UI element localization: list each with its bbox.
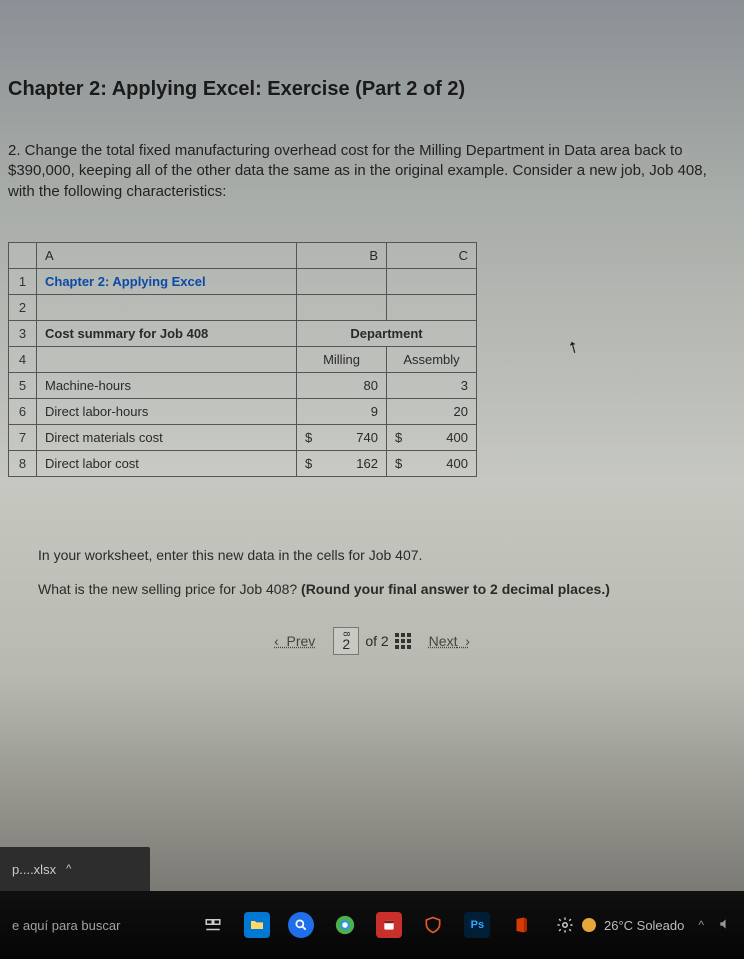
download-bar[interactable]: p....xlsx ^: [0, 847, 150, 891]
row-num: 3: [9, 320, 37, 346]
cell-value: $400: [387, 450, 477, 476]
next-button[interactable]: Next ›: [429, 633, 470, 649]
taskbar-search[interactable]: e aquí para buscar: [12, 918, 120, 933]
cell-cost-summary: Cost summary for Job 408: [37, 320, 297, 346]
cell-department-header: Department: [297, 320, 477, 346]
grid-icon[interactable]: [395, 633, 411, 649]
cell-assembly-header: Assembly: [387, 346, 477, 372]
col-header-blank: [9, 242, 37, 268]
chevron-up-icon: ^: [66, 863, 71, 875]
chrome-icon[interactable]: [332, 912, 358, 938]
chevron-left-icon: ‹: [274, 633, 279, 649]
cell-value: 9: [297, 398, 387, 424]
prev-button[interactable]: ‹ Prev: [274, 633, 315, 649]
table-row: 4 Milling Assembly: [9, 346, 477, 372]
tray-chevron-icon[interactable]: ^: [698, 918, 704, 932]
page-indicator: 8 2 of 2: [333, 627, 410, 655]
cell: [37, 294, 297, 320]
row-num: 2: [9, 294, 37, 320]
infinity-icon: 8: [341, 631, 351, 636]
photoshop-icon[interactable]: Ps: [464, 912, 490, 938]
calendar-icon[interactable]: [376, 912, 402, 938]
excel-table: A B C 1 Chapter 2: Applying Excel 2 3 Co…: [8, 242, 477, 477]
gear-icon[interactable]: [552, 912, 578, 938]
taskbar: e aquí para buscar Ps 26°C Soleado: [0, 891, 744, 959]
search-icon[interactable]: [288, 912, 314, 938]
table-row: 8 Direct labor cost $162 $400: [9, 450, 477, 476]
col-header-a: A: [37, 242, 297, 268]
cell-milling-header: Milling: [297, 346, 387, 372]
file-explorer-icon[interactable]: [244, 912, 270, 938]
weather-text: 26°C Soleado: [604, 918, 684, 933]
cell-value: $400: [387, 424, 477, 450]
cell: [297, 294, 387, 320]
col-header-b: B: [297, 242, 387, 268]
row-num: 6: [9, 398, 37, 424]
table-row: 6 Direct labor-hours 9 20: [9, 398, 477, 424]
col-header-c: C: [387, 242, 477, 268]
cell-value: 80: [297, 372, 387, 398]
sun-icon: [582, 918, 596, 932]
row-num: 4: [9, 346, 37, 372]
cell-label: Machine-hours: [37, 372, 297, 398]
followup-text-2: What is the new selling price for Job 40…: [8, 581, 736, 597]
chevron-right-icon: ›: [465, 633, 470, 649]
download-filename: p....xlsx: [12, 862, 56, 877]
followup-text-1: In your worksheet, enter this new data i…: [8, 547, 736, 563]
cell: [387, 294, 477, 320]
row-num: 5: [9, 372, 37, 398]
pagination: ‹ Prev 8 2 of 2 Next ›: [8, 627, 736, 655]
row-num: 8: [9, 450, 37, 476]
cell: [37, 346, 297, 372]
row-num: 1: [9, 268, 37, 294]
cell-value: $162: [297, 450, 387, 476]
page-title: Chapter 2: Applying Excel: Exercise (Par…: [8, 78, 736, 101]
page-number-box[interactable]: 8 2: [333, 627, 359, 655]
cell-value: 3: [387, 372, 477, 398]
question-instructions: 2. Change the total fixed manufacturing …: [8, 141, 736, 202]
cell-value: $740: [297, 424, 387, 450]
speaker-icon[interactable]: [718, 917, 732, 934]
page-total: of 2: [365, 633, 388, 649]
cell-label: Direct labor cost: [37, 450, 297, 476]
cell-value: 20: [387, 398, 477, 424]
table-row: 1 Chapter 2: Applying Excel: [9, 268, 477, 294]
row-num: 7: [9, 424, 37, 450]
cell: [297, 268, 387, 294]
table-row: 7 Direct materials cost $740 $400: [9, 424, 477, 450]
cell: [387, 268, 477, 294]
cell-chapter-link[interactable]: Chapter 2: Applying Excel: [37, 268, 297, 294]
table-row: 5 Machine-hours 80 3: [9, 372, 477, 398]
cell-label: Direct labor-hours: [37, 398, 297, 424]
office-icon[interactable]: [508, 912, 534, 938]
table-row: 3 Cost summary for Job 408 Department: [9, 320, 477, 346]
table-row: 2: [9, 294, 477, 320]
task-view-icon[interactable]: [200, 912, 226, 938]
weather-widget[interactable]: 26°C Soleado: [582, 918, 684, 933]
shield-icon[interactable]: [420, 912, 446, 938]
cell-label: Direct materials cost: [37, 424, 297, 450]
